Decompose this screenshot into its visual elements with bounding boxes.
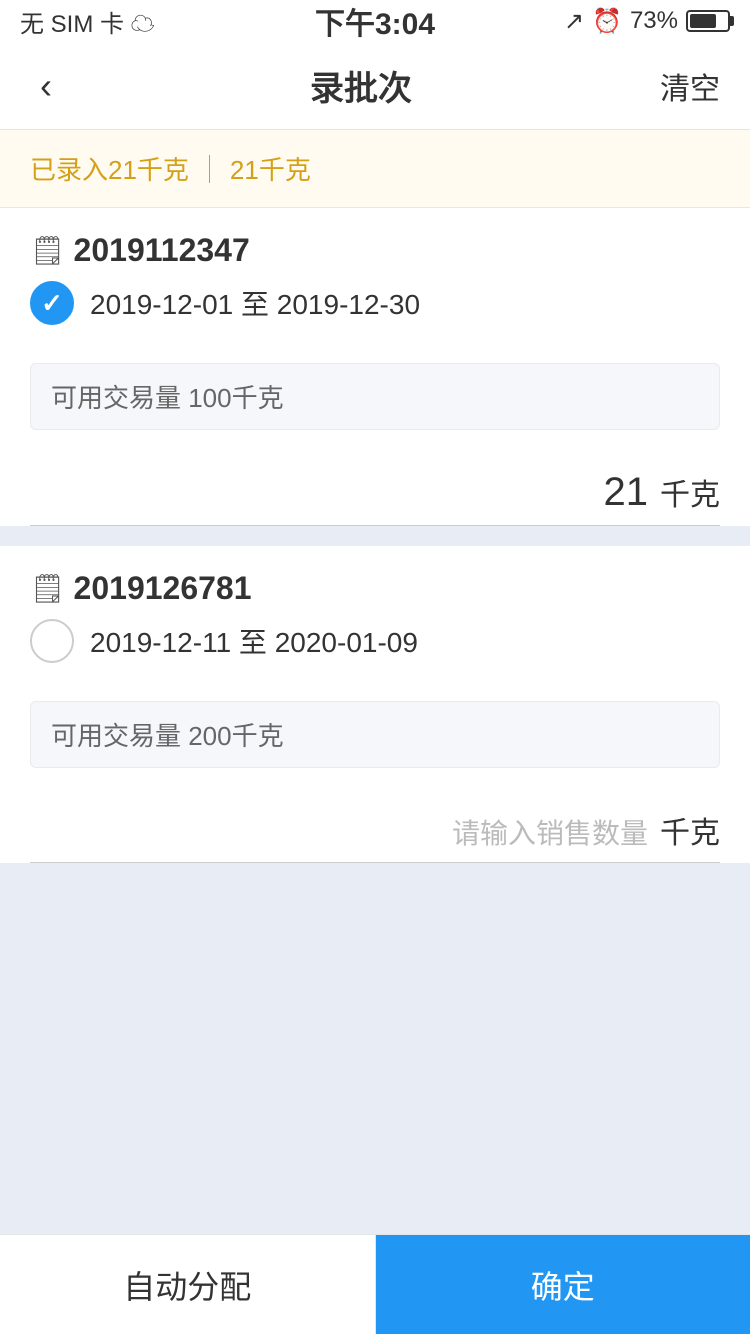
- status-left: 无 SIM 卡 ☁: [20, 4, 155, 39]
- batch-2-header-area: 🗒 2019126781 2019-12-11 至 2020-01-09: [0, 546, 750, 701]
- batch-1-date-row[interactable]: 2019-12-01 至 2019-12-30: [30, 281, 720, 325]
- batch-1-radio[interactable]: [30, 281, 74, 325]
- batch-2-date-row[interactable]: 2019-12-11 至 2020-01-09: [30, 619, 720, 663]
- batch-1-icon: 🗒: [30, 234, 66, 267]
- batch-2-input-row[interactable]: 请输入销售数量 千克: [0, 788, 750, 852]
- batch-1-header: 🗒 2019112347: [30, 232, 720, 269]
- batch-2-icon: 🗒: [30, 572, 66, 605]
- nav-bar: ‹ 录批次 清空: [0, 42, 750, 130]
- status-time: 下午3:04: [315, 0, 435, 43]
- auto-assign-button[interactable]: 自动分配: [0, 1235, 376, 1334]
- batch-1-id: 2019112347: [74, 232, 250, 269]
- batch-2-avail: 可用交易量 200千克: [30, 701, 720, 768]
- batch-2-date: 2019-12-11 至 2020-01-09: [90, 621, 418, 661]
- batch-2-header: 🗒 2019126781: [30, 570, 720, 607]
- summary-bar: 已录入21千克 21千克: [0, 130, 750, 208]
- batch-1-unit: 千克: [660, 470, 720, 514]
- status-right: ↗ ⏰ 73%: [564, 7, 730, 36]
- batch-1-header-area: 🗒 2019112347 2019-12-01 至 2019-12-30: [0, 208, 750, 363]
- batch-2-unit: 千克: [660, 808, 720, 852]
- summary-label: 已录入21千克: [30, 150, 189, 187]
- battery-percent: 73%: [630, 7, 678, 35]
- batch-1-date: 2019-12-01 至 2019-12-30: [90, 283, 420, 323]
- back-button[interactable]: ‹: [30, 55, 62, 117]
- page-title: 录批次: [310, 61, 412, 110]
- bottom-bar: 自动分配 确定: [0, 1234, 750, 1334]
- alarm-icon: ⏰: [592, 7, 622, 36]
- signal-text: 无 SIM 卡 ☁: [20, 4, 155, 39]
- batch-1-avail: 可用交易量 100千克: [30, 363, 720, 430]
- location-icon: ↗: [564, 7, 584, 36]
- summary-amount: 21千克: [230, 150, 311, 187]
- batch-1-amount-row: 21 千克: [0, 450, 750, 515]
- batch-2-radio[interactable]: [30, 619, 74, 663]
- clear-button[interactable]: 清空: [660, 64, 720, 108]
- status-bar: 无 SIM 卡 ☁ 下午3:04 ↗ ⏰ 73%: [0, 0, 750, 42]
- batch-1-value: 21: [604, 470, 649, 515]
- batch-item-1: 🗒 2019112347 2019-12-01 至 2019-12-30 可用交…: [0, 208, 750, 526]
- section-separator: [0, 526, 750, 546]
- batch-2-placeholder: 请输入销售数量: [452, 812, 648, 852]
- batch-item-2: 🗒 2019126781 2019-12-11 至 2020-01-09 可用交…: [0, 546, 750, 863]
- battery-icon: [686, 10, 730, 32]
- summary-divider: [209, 155, 210, 183]
- confirm-button[interactable]: 确定: [376, 1235, 750, 1334]
- batch-2-id: 2019126781: [74, 570, 252, 607]
